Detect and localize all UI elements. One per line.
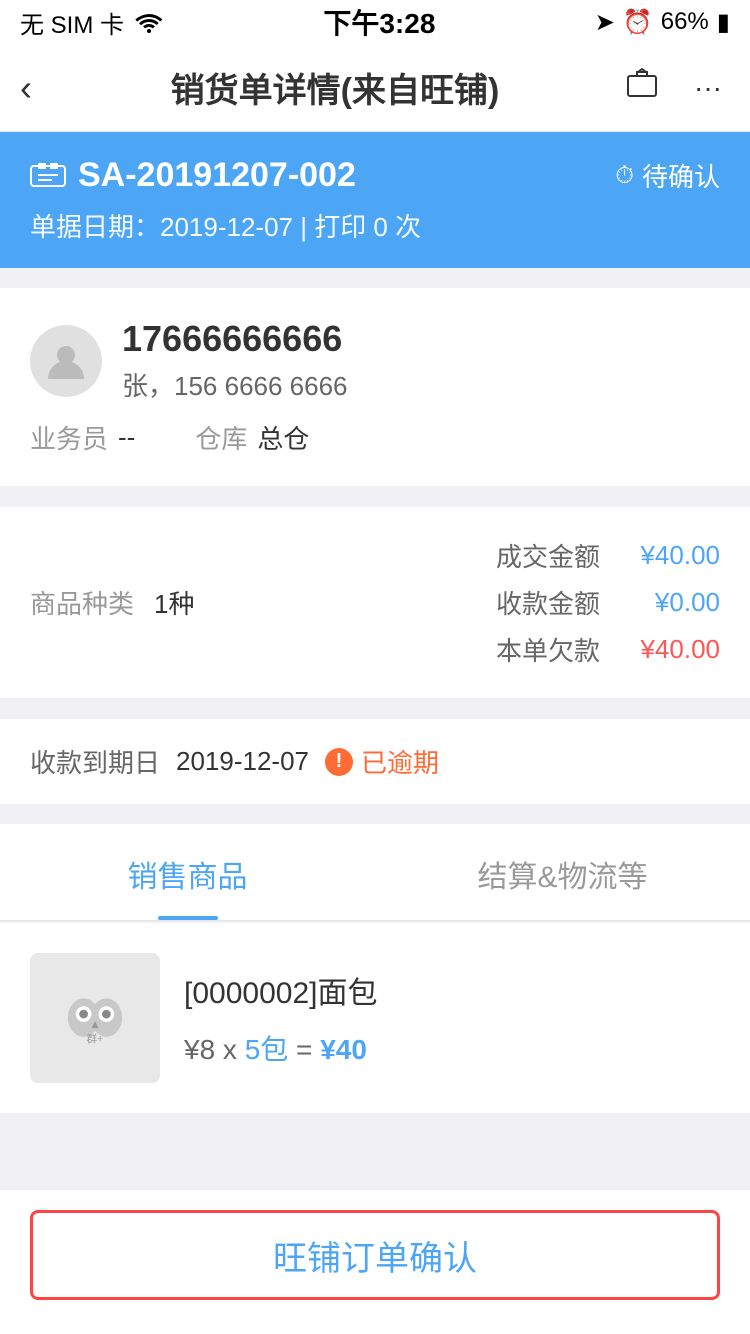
warehouse-label: 仓库 [195,419,247,456]
share-button[interactable] [618,64,666,111]
carrier-label: 无 SIM 卡 [20,5,124,40]
table-row: 群+ [0000002]面包 ¥8 x 5包 = ¥40 [0,923,750,1113]
owned-row: 本单欠款 ¥40.00 [496,631,720,668]
customer-row: 17666666666 张，156 6666 6666 [30,318,720,403]
order-date: 单据日期：2019-12-07 | 打印 0 次 [30,207,720,244]
received-label: 收款金额 [496,584,600,621]
product-list: 群+ [0000002]面包 ¥8 x 5包 = ¥40 [0,923,750,1113]
price-equals: = [288,1034,320,1065]
page-title: 销货单详情(来自旺铺) [52,63,618,112]
order-id: SA-20191207-002 [30,156,356,195]
product-name: [0000002]面包 [184,968,720,1012]
owned-label: 本单欠款 [496,631,600,668]
location-icon: ➤ [595,8,615,37]
overdue-badge: ! 已逾期 [325,743,439,780]
overdue-text: 已逾期 [361,743,439,780]
status-left: 无 SIM 卡 [20,5,164,40]
svg-text:群+: 群+ [87,1032,104,1045]
overdue-icon: ! [325,748,353,776]
product-details: [0000002]面包 ¥8 x 5包 = ¥40 [184,968,720,1068]
product-category-value: 1种 [154,584,194,621]
alarm-icon: ⏰ [623,8,653,37]
nav-bar: ‹ 销货单详情(来自旺铺) ··· [0,44,750,132]
salesperson-label: 业务员 [30,419,108,456]
salesperson-item: 业务员 -- [30,419,135,456]
price-total: ¥40 [320,1034,367,1065]
customer-name: 张，156 6666 6666 [122,366,720,403]
transaction-row: 成交金额 ¥40.00 [496,537,720,574]
salesperson-value: -- [118,422,135,453]
transaction-value: ¥40.00 [620,540,720,571]
back-button[interactable]: ‹ [20,57,52,119]
status-right: ➤ ⏰ 66% ▮ [595,8,730,37]
battery-label: 66% [661,8,709,36]
warehouse-item: 仓库 总仓 [195,419,309,456]
avatar [30,325,102,397]
summary-left: 商品种类 1种 [30,537,194,668]
customer-meta: 业务员 -- 仓库 总仓 [30,419,720,456]
price-quantity: 5包 [245,1034,289,1065]
confirm-order-button[interactable]: 旺铺订单确认 [30,1210,720,1300]
divider-1 [30,486,720,487]
order-icon [30,162,66,190]
wifi-icon [134,11,164,33]
product-image: 群+ [30,953,160,1083]
summary-right: 成交金额 ¥40.00 收款金额 ¥0.00 本单欠款 ¥40.00 [496,537,720,668]
summary-card: 商品种类 1种 成交金额 ¥40.00 收款金额 ¥0.00 本单欠款 ¥40.… [0,507,750,698]
customer-phone: 17666666666 [122,318,720,360]
received-row: 收款金额 ¥0.00 [496,584,720,621]
bottom-bar: 旺铺订单确认 [0,1190,750,1334]
owned-value: ¥40.00 [620,634,720,665]
status-bar: 无 SIM 卡 下午3:28 ➤ ⏰ 66% ▮ [0,0,750,44]
customer-info: 17666666666 张，156 6666 6666 [122,318,720,403]
more-button[interactable]: ··· [686,68,730,108]
tab-sales-product[interactable]: 销售商品 [0,824,375,920]
transaction-label: 成交金额 [496,537,600,574]
product-price: ¥8 x 5包 = ¥40 [184,1028,720,1068]
warehouse-value: 总仓 [257,419,309,456]
due-date-label: 收款到期日 [30,743,160,780]
clock-icon: ⏱ [615,162,634,190]
status-time: 下午3:28 [323,2,435,42]
order-header: SA-20191207-002 ⏱ 待确认 单据日期：2019-12-07 | … [0,132,750,268]
due-date-value: 2019-12-07 [176,746,309,777]
customer-card: 17666666666 张，156 6666 6666 业务员 -- 仓库 总仓 [0,288,750,486]
tab-settlement[interactable]: 结算&物流等 [375,824,750,920]
price-base: ¥8 x [184,1034,245,1065]
order-status: ⏱ 待确认 [615,157,720,194]
due-date-card: 收款到期日 2019-12-07 ! 已逾期 [0,719,750,804]
battery-icon: ▮ [717,8,730,37]
nav-actions: ··· [618,64,730,111]
received-value: ¥0.00 [620,587,720,618]
tabs-bar: 销售商品 结算&物流等 [0,824,750,921]
divider-2 [30,698,720,699]
status-text: 待确认 [642,157,720,194]
product-category-label: 商品种类 [30,584,134,621]
order-header-top: SA-20191207-002 ⏱ 待确认 [30,156,720,195]
order-id-text: SA-20191207-002 [78,156,356,195]
